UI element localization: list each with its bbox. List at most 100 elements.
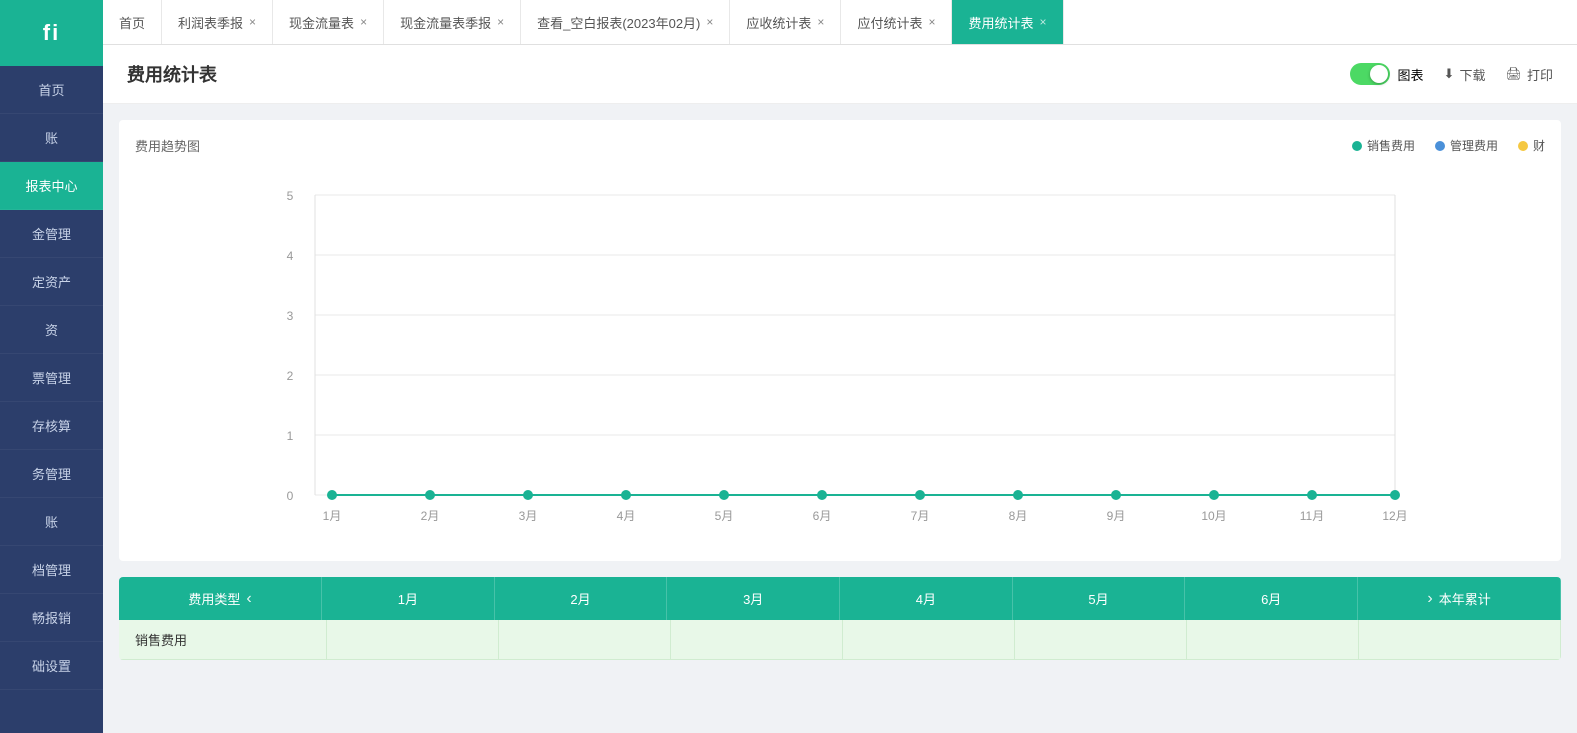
chart-title: 费用趋势图 — [135, 136, 200, 155]
svg-text:7月: 7月 — [911, 509, 930, 523]
sidebar-item-services[interactable]: 务管理 — [0, 450, 103, 498]
tab-cashflow-label: 现金流量表 — [289, 13, 354, 32]
tab-cashflow-quarterly-label: 现金流量表季报 — [400, 13, 491, 32]
sidebar-item-expense[interactable]: 畅报销 — [0, 594, 103, 642]
tab-payable[interactable]: 应付统计表 × — [841, 0, 952, 44]
download-icon: ⬇ — [1444, 66, 1455, 82]
legend-sales-dot — [1352, 141, 1362, 151]
sidebar: fi 首页 账 报表中心 金管理 定资产 资 票管理 存核算 务管理 账 档管理… — [0, 0, 103, 733]
chart-container: 0 1 2 3 4 5 — [135, 165, 1545, 545]
legend-finance-dot — [1518, 141, 1528, 151]
svg-text:2: 2 — [287, 369, 294, 383]
table-col-feb: 2月 — [495, 577, 668, 620]
prev-arrow[interactable]: ‹ — [246, 590, 251, 608]
tab-expense-close[interactable]: × — [1039, 15, 1046, 29]
chart-toggle-label: 图表 — [1398, 65, 1424, 84]
chart-toggle[interactable] — [1350, 63, 1390, 85]
table-cell-type-sales: 销售费用 — [119, 620, 327, 659]
tab-profit-label: 利润表季报 — [178, 13, 243, 32]
table-col-may: 5月 — [1013, 577, 1186, 620]
legend-admin-label: 管理费用 — [1450, 137, 1498, 154]
tab-home-label: 首页 — [119, 13, 145, 32]
table-col-mar-label: 3月 — [743, 589, 763, 608]
legend-sales-label: 销售费用 — [1367, 137, 1415, 154]
sidebar-item-ledger[interactable]: 账 — [0, 498, 103, 546]
legend-finance: 财 — [1518, 137, 1545, 154]
tab-receivable[interactable]: 应收统计表 × — [730, 0, 841, 44]
table-col-feb-label: 2月 — [570, 589, 590, 608]
tab-receivable-label: 应收统计表 — [746, 13, 811, 32]
print-label: 打印 — [1527, 65, 1553, 84]
chart-header: 费用趋势图 销售费用 管理费用 财 — [135, 136, 1545, 155]
sidebar-item-account[interactable]: 账 — [0, 114, 103, 162]
svg-text:5月: 5月 — [715, 509, 734, 523]
tab-bar: 首页 利润表季报 × 现金流量表 × 现金流量表季报 × 查看_空白报表(202… — [103, 0, 1577, 45]
tab-profit[interactable]: 利润表季报 × — [162, 0, 273, 44]
table-col-mar: 3月 — [667, 577, 840, 620]
sidebar-item-settings[interactable]: 础设置 — [0, 642, 103, 690]
tab-cashflow-quarterly-close[interactable]: × — [497, 15, 504, 29]
table-col-apr: 4月 — [840, 577, 1013, 620]
svg-text:9月: 9月 — [1107, 509, 1126, 523]
table-col-ytd-label: 本年累计 — [1439, 589, 1491, 608]
tab-blank-report-close[interactable]: × — [706, 15, 713, 29]
content-area: 费用统计表 图表 ⬇ 下载 🖨 打印 费用趋势图 — [103, 45, 1577, 733]
tab-cashflow[interactable]: 现金流量表 × — [273, 0, 384, 44]
legend-finance-label: 财 — [1533, 137, 1545, 154]
chart-toggle-wrapper: 图表 — [1350, 63, 1424, 85]
table-col-ytd: › 本年累计 — [1358, 577, 1561, 620]
page-header: 费用统计表 图表 ⬇ 下载 🖨 打印 — [103, 45, 1577, 104]
tab-expense-label: 费用统计表 — [968, 13, 1033, 32]
table-section: 费用类型 ‹ 1月 2月 3月 4月 5月 — [119, 577, 1561, 660]
svg-text:2月: 2月 — [421, 509, 440, 523]
main-content: 首页 利润表季报 × 现金流量表 × 现金流量表季报 × 查看_空白报表(202… — [103, 0, 1577, 733]
tab-home[interactable]: 首页 — [103, 0, 162, 44]
legend-admin-dot — [1435, 141, 1445, 151]
svg-text:10月: 10月 — [1201, 509, 1226, 523]
svg-text:4月: 4月 — [617, 509, 636, 523]
table-col-type: 费用类型 ‹ — [119, 577, 322, 620]
header-actions: 图表 ⬇ 下载 🖨 打印 — [1350, 63, 1553, 85]
svg-text:5: 5 — [287, 189, 294, 203]
sidebar-item-assets[interactable]: 定资产 — [0, 258, 103, 306]
sidebar-item-tickets[interactable]: 票管理 — [0, 354, 103, 402]
next-arrow[interactable]: › — [1427, 590, 1432, 608]
sidebar-item-finance[interactable]: 金管理 — [0, 210, 103, 258]
tab-payable-close[interactable]: × — [928, 15, 935, 29]
sidebar-item-reports[interactable]: 报表中心 — [0, 162, 103, 210]
download-button[interactable]: ⬇ 下载 — [1444, 65, 1486, 84]
print-icon: 🖨 — [1505, 66, 1522, 82]
chart-svg: 0 1 2 3 4 5 — [135, 165, 1545, 545]
page-title: 费用统计表 — [127, 61, 217, 87]
tab-expense[interactable]: 费用统计表 × — [952, 0, 1063, 44]
svg-text:4: 4 — [287, 249, 294, 263]
chart-section: 费用趋势图 销售费用 管理费用 财 — [119, 120, 1561, 561]
svg-text:8月: 8月 — [1009, 509, 1028, 523]
tab-blank-report[interactable]: 查看_空白报表(2023年02月) × — [521, 0, 730, 44]
sidebar-item-files[interactable]: 档管理 — [0, 546, 103, 594]
tab-cashflow-quarterly[interactable]: 现金流量表季报 × — [384, 0, 521, 44]
tab-receivable-close[interactable]: × — [817, 15, 824, 29]
table-col-jun-label: 6月 — [1261, 589, 1281, 608]
tab-cashflow-close[interactable]: × — [360, 15, 367, 29]
svg-text:1月: 1月 — [323, 509, 342, 523]
table-header-row: 费用类型 ‹ 1月 2月 3月 4月 5月 — [119, 577, 1561, 620]
sidebar-logo: fi — [0, 0, 103, 66]
print-button[interactable]: 🖨 打印 — [1505, 65, 1553, 84]
table-cell-feb-sales — [499, 620, 671, 659]
svg-text:6月: 6月 — [813, 509, 832, 523]
sidebar-item-inventory[interactable]: 存核算 — [0, 402, 103, 450]
legend-sales: 销售费用 — [1352, 137, 1415, 154]
table-cell-jun-sales — [1187, 620, 1359, 659]
tab-payable-label: 应付统计表 — [857, 13, 922, 32]
tab-profit-close[interactable]: × — [249, 15, 256, 29]
chart-legend: 销售费用 管理费用 财 — [1352, 137, 1545, 154]
table-row-sales: 销售费用 — [119, 620, 1561, 660]
tab-blank-report-label: 查看_空白报表(2023年02月) — [537, 13, 700, 32]
sidebar-item-capital[interactable]: 资 — [0, 306, 103, 354]
svg-text:12月: 12月 — [1382, 509, 1407, 523]
table-col-jan: 1月 — [322, 577, 495, 620]
table-cell-apr-sales — [843, 620, 1015, 659]
sidebar-item-home[interactable]: 首页 — [0, 66, 103, 114]
svg-text:0: 0 — [287, 489, 294, 503]
